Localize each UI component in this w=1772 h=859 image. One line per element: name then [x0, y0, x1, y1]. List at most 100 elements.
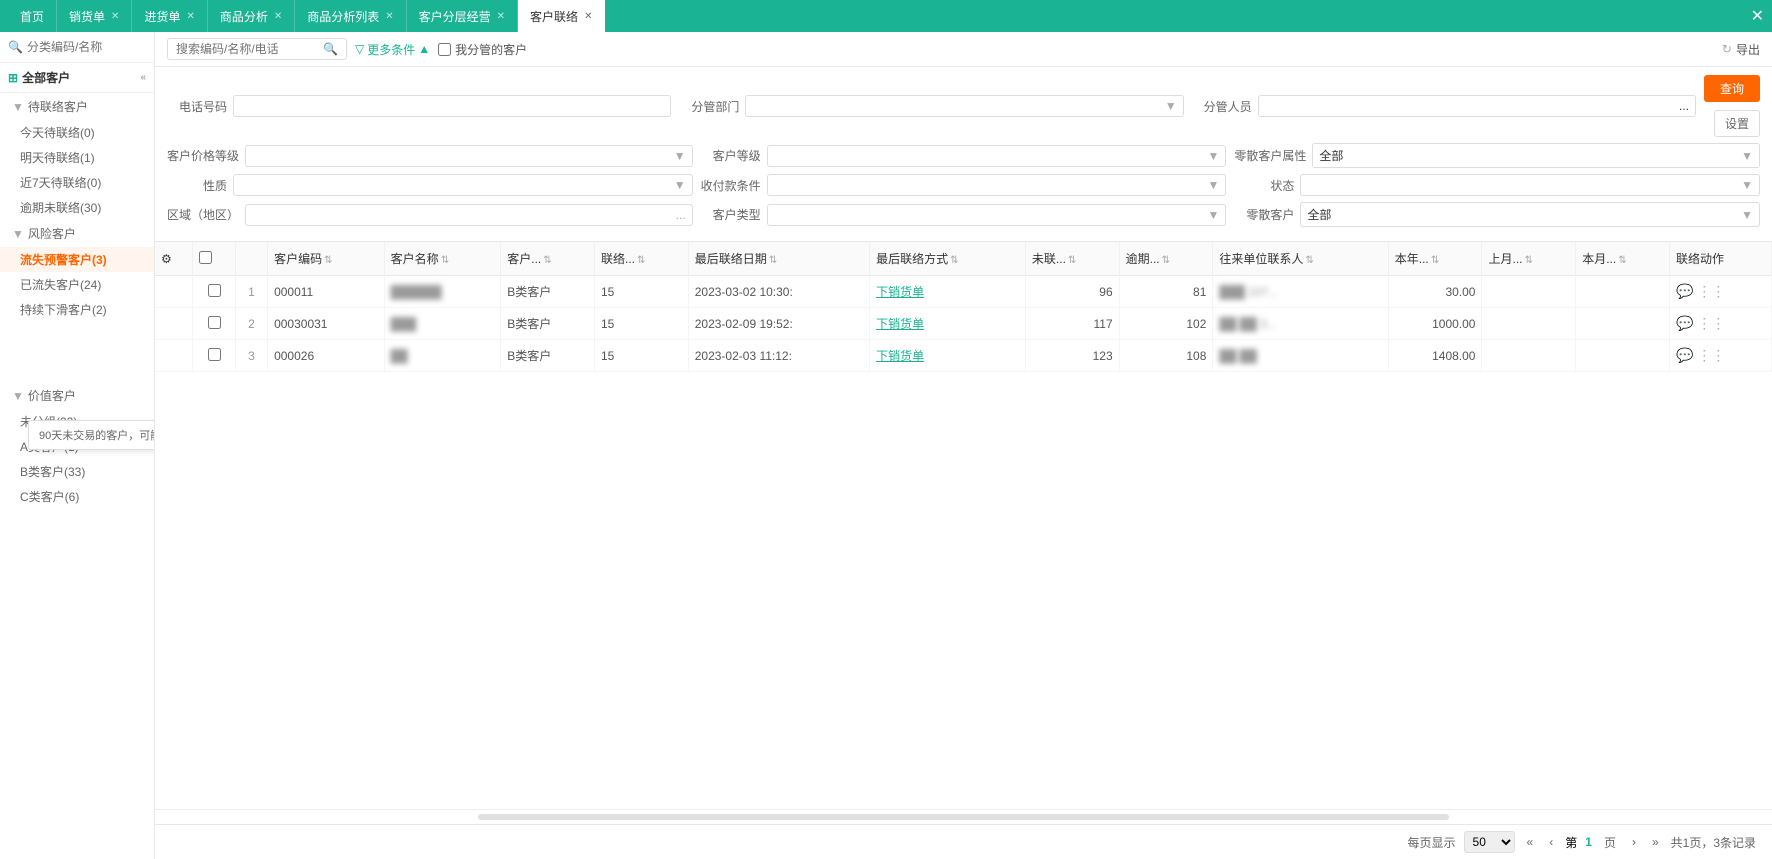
tab-purchase[interactable]: 进货单 ✕: [132, 0, 207, 32]
th-this-year[interactable]: 本年...⇅: [1388, 242, 1482, 276]
td-last-method[interactable]: 下销货单: [870, 340, 1026, 372]
close-tab-purchase[interactable]: ✕: [186, 11, 194, 22]
th-contact[interactable]: 联络...⇅: [595, 242, 689, 276]
zerocust-select[interactable]: 全部 ▼: [1300, 202, 1760, 227]
close-tab-customer-layer[interactable]: ✕: [497, 11, 505, 22]
sidebar-item-lost[interactable]: 已流失客户(24): [0, 272, 154, 297]
td-last-month: [1482, 308, 1576, 340]
settings-button[interactable]: 设置: [1714, 110, 1760, 137]
zero-attr-select[interactable]: 全部 ▼: [1312, 143, 1760, 168]
sidebar-group-pending[interactable]: ▼ 待联络客户: [0, 93, 154, 120]
th-no-contact[interactable]: 未联...⇅: [1025, 242, 1119, 276]
th-this-month[interactable]: 本月...⇅: [1576, 242, 1670, 276]
status-select[interactable]: ▼: [1300, 174, 1760, 196]
payment-select[interactable]: ▼: [767, 174, 1227, 196]
tab-customer-layer[interactable]: 客户分层经营 ✕: [407, 0, 518, 32]
dept-label: 分管部门: [679, 98, 739, 115]
sidebar-group-value[interactable]: ▼ 价值客户: [0, 382, 154, 409]
action-more-icon[interactable]: ⋮⋮: [1697, 347, 1725, 364]
ctype-select[interactable]: ▼: [767, 204, 1227, 226]
th-last-date[interactable]: 最后联络日期⇅: [688, 242, 869, 276]
prev-page-btn[interactable]: ‹: [1545, 833, 1557, 851]
td-this-month: [1576, 276, 1670, 308]
window-close-icon[interactable]: ✕: [1751, 6, 1764, 26]
filter-search-box[interactable]: 🔍: [167, 38, 347, 60]
sidebar-group-risk[interactable]: ▼ 风险客户: [0, 220, 154, 247]
next-page-btn[interactable]: ›: [1628, 833, 1640, 851]
th-action: 联络动作: [1669, 242, 1771, 276]
sidebar-search-box[interactable]: 🔍: [0, 32, 154, 63]
td-contact: 15: [595, 340, 689, 372]
td-last-method[interactable]: 下销货单: [870, 308, 1026, 340]
select-all-checkbox[interactable]: [199, 251, 212, 264]
filter-search-icon[interactable]: 🔍: [323, 42, 338, 56]
nature-select[interactable]: ▼: [233, 174, 693, 196]
sidebar-all-customers[interactable]: ⊞ 全部客户 «: [0, 63, 154, 93]
th-type[interactable]: 客户...⇅: [501, 242, 595, 276]
tab-analysis[interactable]: 商品分析 ✕: [208, 0, 295, 32]
dept-select[interactable]: ▼: [745, 95, 1183, 117]
sidebar-item-today-contact[interactable]: 今天待联络(0): [0, 120, 154, 145]
my-customers-checkbox[interactable]: [438, 43, 451, 56]
tab-sales[interactable]: 销货单 ✕: [57, 0, 132, 32]
action-more-icon[interactable]: ⋮⋮: [1697, 283, 1725, 300]
close-tab-customer-contact[interactable]: ✕: [584, 11, 592, 22]
th-last-month[interactable]: 上月...⇅: [1482, 242, 1576, 276]
price-select[interactable]: ▼: [245, 145, 693, 167]
td-num: 2: [235, 308, 267, 340]
sidebar-item-class-c[interactable]: C类客户(6): [0, 484, 154, 509]
tab-home[interactable]: 首页: [8, 0, 57, 32]
filter-search-input[interactable]: [176, 42, 323, 56]
th-overdue[interactable]: 逾期...⇅: [1119, 242, 1213, 276]
sidebar-item-7days-contact[interactable]: 近7天待联络(0): [0, 170, 154, 195]
area-select[interactable]: ...: [245, 204, 693, 226]
tab-analysis-list[interactable]: 商品分析列表 ✕: [295, 0, 406, 32]
sidebar-item-declining[interactable]: 持续下滑客户(2): [0, 297, 154, 322]
close-tab-sales[interactable]: ✕: [111, 11, 119, 22]
close-tab-analysis[interactable]: ✕: [274, 11, 282, 22]
th-last-method[interactable]: 最后联络方式⇅: [870, 242, 1026, 276]
sidebar-item-tomorrow-contact[interactable]: 明天待联络(1): [0, 145, 154, 170]
td-checkbox[interactable]: [193, 340, 235, 372]
td-checkbox[interactable]: [193, 308, 235, 340]
export-btn[interactable]: ↻ 导出: [1722, 41, 1760, 58]
per-page-select[interactable]: 50 100 200: [1464, 831, 1515, 853]
person-select[interactable]: ...: [1258, 95, 1696, 117]
query-button[interactable]: 查询: [1704, 75, 1760, 102]
area-dots[interactable]: ...: [676, 208, 686, 222]
action-more-icon[interactable]: ⋮⋮: [1697, 315, 1725, 332]
adv-dept-field: 分管部门 ▼: [679, 95, 1183, 117]
my-customers-filter[interactable]: 我分管的客户: [438, 41, 527, 58]
sort-tmonth: ⇅: [1618, 255, 1626, 266]
first-page-btn[interactable]: «: [1523, 833, 1538, 851]
group-arrow-pending: ▼: [12, 100, 24, 114]
action-chat-icon[interactable]: 💬: [1676, 347, 1693, 364]
td-no-contact: 123: [1025, 340, 1119, 372]
th-settings[interactable]: ⚙: [155, 242, 193, 276]
th-name[interactable]: 客户名称⇅: [384, 242, 501, 276]
th-code[interactable]: 客户编码⇅: [268, 242, 385, 276]
action-chat-icon[interactable]: 💬: [1676, 283, 1693, 300]
zerocust-arrow: ▼: [1741, 208, 1753, 222]
td-code: 000011: [268, 276, 385, 308]
sort-overdue: ⇅: [1162, 255, 1170, 266]
td-checkbox[interactable]: [193, 276, 235, 308]
close-tab-analysis-list[interactable]: ✕: [385, 11, 393, 22]
sidebar-item-loss-warning[interactable]: 流失预警客户(3): [0, 247, 154, 272]
main-layout: 🔍 ⊞ 全部客户 « ▼ 待联络客户 今天待联络(0) 明天待联络(1) 近7天…: [0, 32, 1772, 859]
tab-customer-contact[interactable]: 客户联络 ✕: [518, 0, 605, 32]
sidebar-item-overdue-contact[interactable]: 逾期未联络(30): [0, 195, 154, 220]
filter-icon: ▽: [355, 42, 364, 56]
sidebar-search-input[interactable]: [27, 40, 155, 54]
level-select[interactable]: ▼: [767, 145, 1227, 167]
top-tab-bar: 首页 销货单 ✕ 进货单 ✕ 商品分析 ✕ 商品分析列表 ✕ 客户分层经营 ✕ …: [0, 0, 1772, 32]
sidebar-item-class-b[interactable]: B类客户(33): [0, 459, 154, 484]
td-last-method[interactable]: 下销货单: [870, 276, 1026, 308]
action-chat-icon[interactable]: 💬: [1676, 315, 1693, 332]
th-company-contact[interactable]: 往来单位联系人⇅: [1213, 242, 1388, 276]
more-conditions-btn[interactable]: ▽ 更多条件 ▲: [355, 41, 430, 58]
last-page-btn[interactable]: »: [1648, 833, 1663, 851]
phone-input[interactable]: [233, 95, 671, 117]
level-label: 客户等级: [701, 147, 761, 164]
data-table-container: ⚙ 客户编码⇅ 客户名称⇅ 客户...⇅ 联络...⇅ 最后联络日期⇅ 最后联络…: [155, 242, 1772, 809]
